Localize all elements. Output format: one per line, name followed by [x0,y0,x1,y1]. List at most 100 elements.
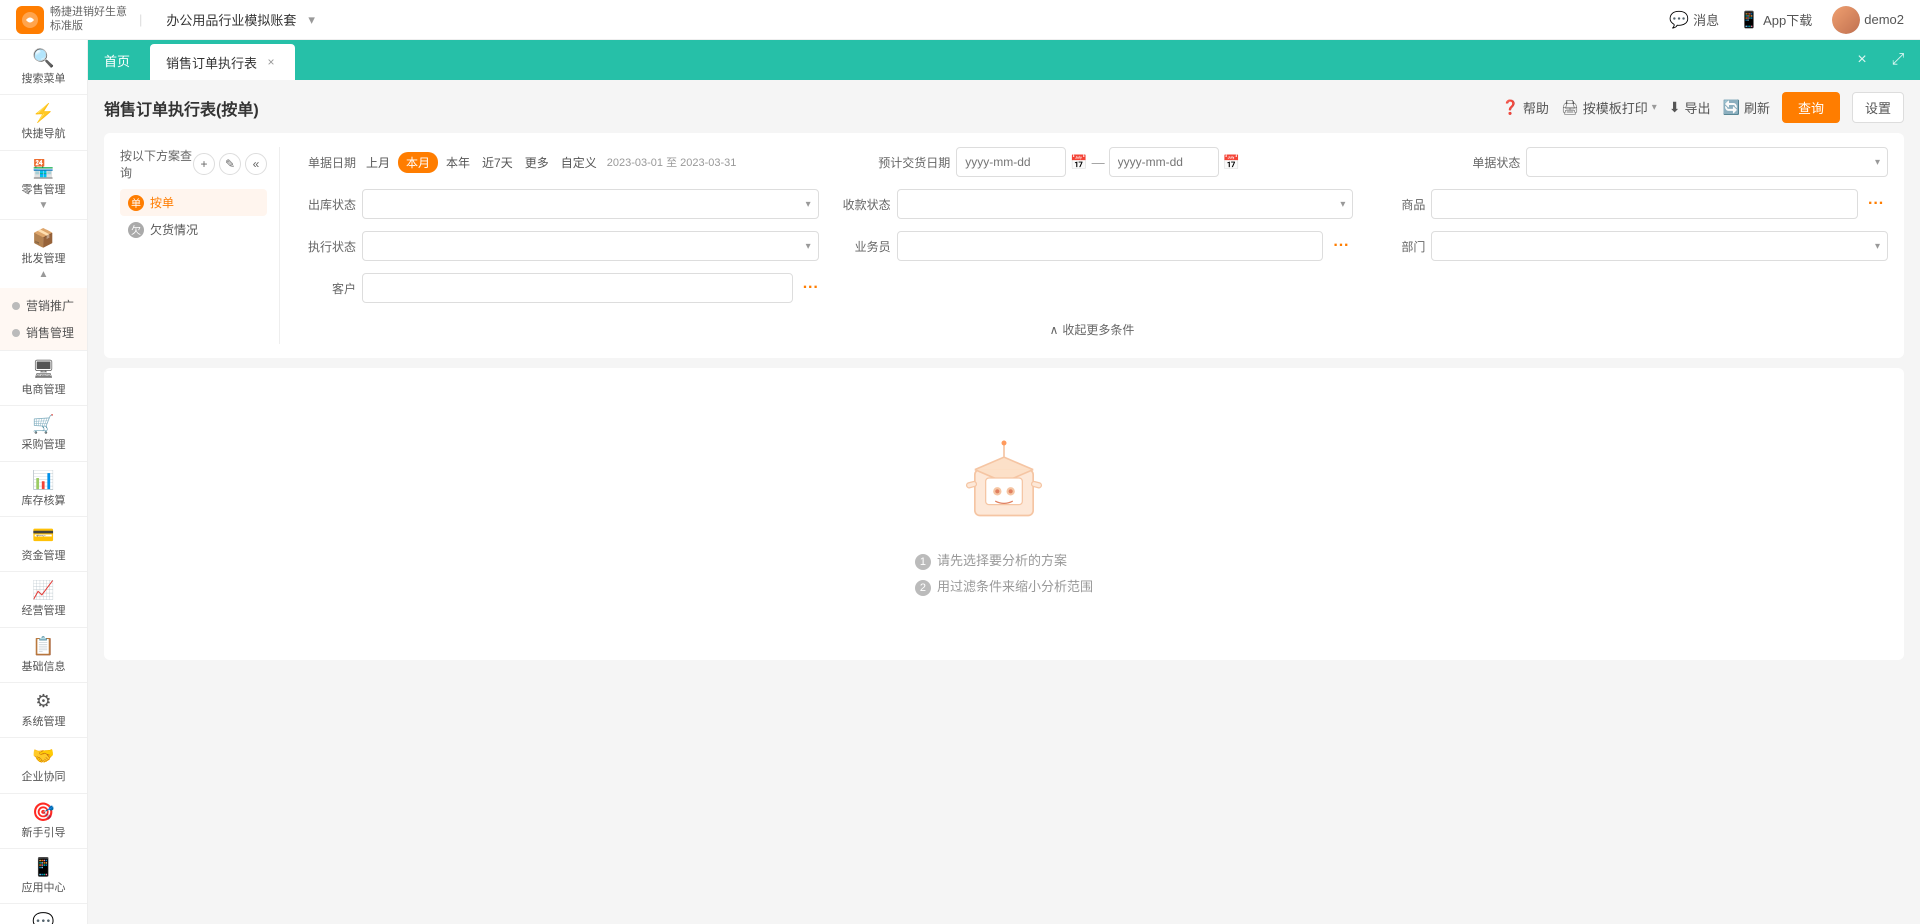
sub-panel-item-sales[interactable]: 销售管理 [0,319,87,346]
sidebar-item-basic[interactable]: 📋 基础信息 [0,628,87,683]
print-btn[interactable]: 🖨 按模板打印 ▾ [1561,98,1657,117]
avatar [1832,6,1860,34]
query-btn[interactable]: 查询 [1782,92,1840,123]
edit-scheme-btn[interactable]: ✎ [219,153,241,175]
add-scheme-btn[interactable]: + [193,153,215,175]
inventory-icon: 📊 [32,470,54,491]
help-btn[interactable]: ❓ 帮助 [1501,98,1548,117]
empty-state: 请先选择要分析的方案 用过滤条件来缩小分析范围 [104,368,1904,660]
salesman-input[interactable] [897,231,1324,261]
scheme-title: 按以下方案查询 + ✎ « [120,147,267,181]
empty-tips: 请先选择要分析的方案 用过滤条件来缩小分析范围 [915,548,1093,600]
goods-input[interactable] [1431,189,1858,219]
customer-input[interactable] [362,273,793,303]
quick-nav-icon: ⚡ [32,103,54,124]
filter-exec-status-field: 执行状态 ▾ [296,231,819,261]
expected-date-from-input[interactable] [956,147,1066,177]
goods-more-btn[interactable]: ··· [1864,195,1888,213]
shortcut-last-month[interactable]: 上月 [362,152,394,173]
sub-indicator [12,329,20,337]
calendar-from-icon[interactable]: 📅 [1070,154,1087,171]
sidebar-item-appstore[interactable]: 📱 应用中心 [0,849,87,904]
app-download-icon: 📱 [1739,10,1759,30]
wechat-icon: 💬 [32,912,54,924]
app-download-btn[interactable]: 📱 App下载 [1739,10,1812,30]
sidebar-item-quick-nav[interactable]: ⚡ 快捷导航 [0,95,87,150]
title-dropdown-btn[interactable]: ▾ [308,12,315,28]
sub-panel-item-marketing[interactable]: 营销推广 [0,292,87,319]
sidebar-item-wechat[interactable]: 💬 企业微信 [0,904,87,924]
tab-window-maximize-btn[interactable]: ⤢ [1884,46,1912,74]
sidebar-item-search[interactable]: 🔍 搜索菜单 [0,40,87,95]
filter-row-3: 执行状态 ▾ 业务员 [296,231,1888,261]
filter-goods-field: 商品 ··· [1365,189,1888,219]
filter-payment-field: 收款状态 ▾ [831,189,1354,219]
user-avatar-btn[interactable]: demo2 [1832,6,1904,34]
help-icon: ❓ [1501,99,1518,116]
calendar-to-icon[interactable]: 📅 [1223,154,1240,171]
scheme-item-欠货情况[interactable]: 欠 欠货情况 [120,216,267,243]
filter-fields-panel: 单据日期 上月 本月 本年 近7天 更多 自定义 [280,147,1888,344]
scheme-selector-panel: 按以下方案查询 + ✎ « 单 按单 欠 [120,147,280,344]
sidebar-item-finance[interactable]: 💳 资金管理 [0,517,87,572]
payment-status-select[interactable] [897,189,1354,219]
sidebar-item-inventory[interactable]: 📊 库存核算 [0,462,87,517]
customer-more-btn[interactable]: ··· [799,279,823,297]
operations-icon: 📈 [32,580,54,601]
customer-label: 客户 [296,280,356,297]
message-btn[interactable]: 💬 消息 [1669,10,1719,30]
scheme-active-icon: 单 [128,195,144,211]
sidebar-item-wholesale[interactable]: 📦 批发管理 ▲ 营销推广 销售管理 [0,220,87,351]
search-icon: 🔍 [32,48,54,69]
filter-salesman-field: 业务员 ··· [831,231,1354,261]
dept-select[interactable] [1431,231,1888,261]
expected-date-to-input[interactable] [1109,147,1219,177]
sidebar-item-enterprise[interactable]: 🤝 企业协同 [0,738,87,793]
export-icon: ⬇ [1669,99,1681,116]
page-title-bar: 销售订单执行表(按单) ❓ 帮助 🖨 按模板打印 ▾ ⬇ 导出 [104,92,1904,123]
tab-close-btn[interactable]: × [263,54,279,70]
basic-icon: 📋 [32,636,54,657]
export-btn[interactable]: ⬇ 导出 [1669,98,1711,117]
tab-home[interactable]: 首页 [88,40,146,80]
salesman-more-btn[interactable]: ··· [1329,237,1353,255]
payment-status-label: 收款状态 [831,196,891,213]
collapse-scheme-btn[interactable]: « [245,153,267,175]
refresh-icon: 🔄 [1723,99,1740,116]
shortcut-this-year[interactable]: 本年 [442,152,474,173]
empty-tip-2: 用过滤条件来缩小分析范围 [915,574,1093,600]
filter-expected-date-field: 预计交货日期 📅 — 📅 [878,147,1448,177]
filter-date-field: 单据日期 上月 本月 本年 近7天 更多 自定义 [296,152,866,173]
filter-customer-field: 客户 ··· [296,273,823,303]
tab-sales-exec[interactable]: 销售订单执行表 × [150,44,295,80]
sidebar-item-retail[interactable]: 🏪 零售管理 ▼ [0,151,87,220]
logo[interactable]: 畅捷进销好生意 标准版 [16,6,127,34]
exec-status-select[interactable] [362,231,819,261]
wholesale-expand-icon: ▲ [39,269,49,280]
shortcut-7days[interactable]: 近7天 [478,152,517,173]
sidebar-item-purchase[interactable]: 🛒 采购管理 [0,406,87,461]
expected-date-label: 预计交货日期 [878,154,950,171]
refresh-btn[interactable]: 🔄 刷新 [1723,98,1770,117]
sidebar-item-operations[interactable]: 📈 经营管理 [0,572,87,627]
status-select[interactable] [1526,147,1888,177]
sidebar-item-system[interactable]: ⚙ 系统管理 [0,683,87,738]
page-content: 销售订单执行表(按单) ❓ 帮助 🖨 按模板打印 ▾ ⬇ 导出 [88,80,1920,924]
goods-label: 商品 [1365,196,1425,213]
shortcut-custom[interactable]: 自定义 [557,152,601,173]
warehouse-status-select[interactable] [362,189,819,219]
shortcut-this-month[interactable]: 本月 [398,152,438,173]
sidebar-item-newbie[interactable]: 🎯 新手引导 [0,794,87,849]
collapse-more-btn[interactable]: ∧ 收起更多条件 [296,315,1888,344]
settings-btn[interactable]: 设置 [1852,92,1904,123]
tab-window-close-btn[interactable]: × [1848,46,1876,74]
newbie-icon: 🎯 [32,802,54,823]
sidebar-item-ecommerce[interactable]: 🖥 电商管理 [0,351,87,406]
shortcut-more[interactable]: 更多 [521,152,553,173]
purchase-icon: 🛒 [32,414,54,435]
date-range-display: 2023-03-01 至 2023-03-31 [607,154,737,170]
print-dropdown-icon: ▾ [1652,102,1657,113]
salesman-label: 业务员 [831,238,891,255]
scheme-item-按单[interactable]: 单 按单 [120,189,267,216]
filter-row-2: 出库状态 ▾ 收款状态 [296,189,1888,219]
